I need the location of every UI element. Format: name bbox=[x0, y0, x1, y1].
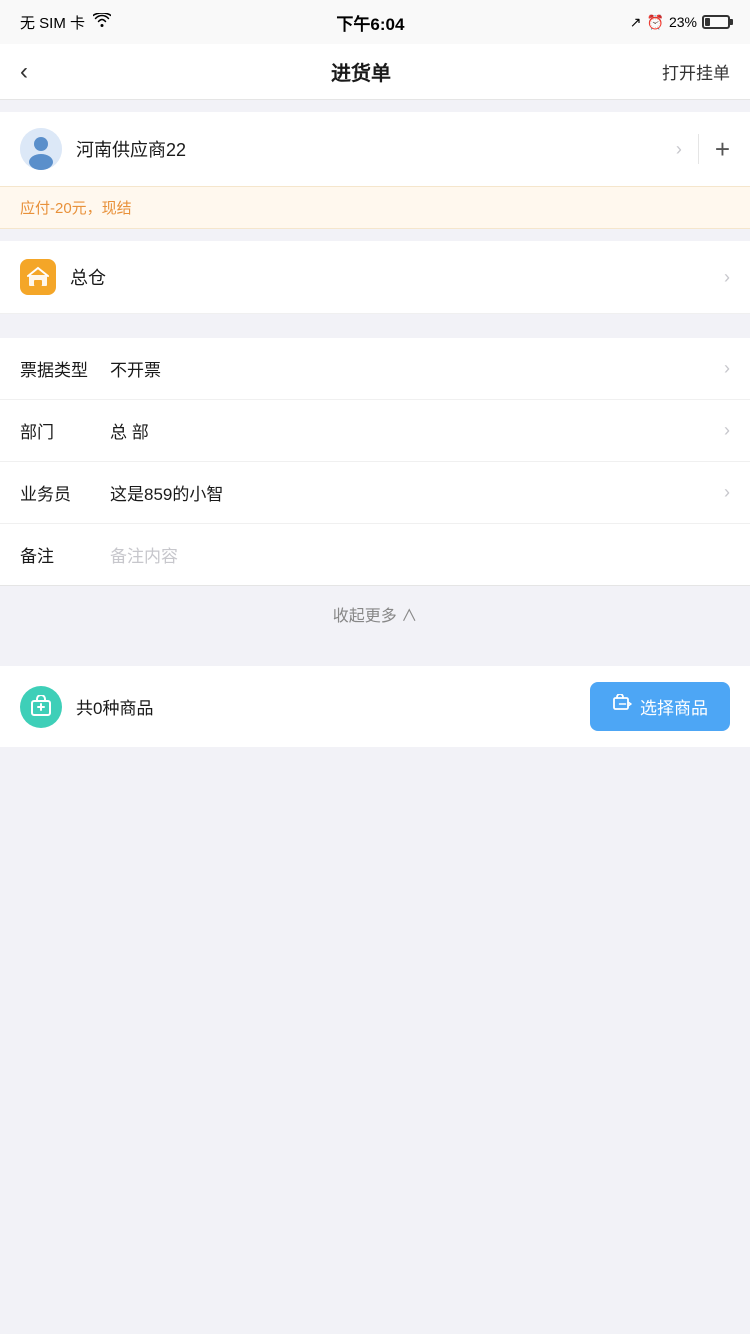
battery-icon bbox=[702, 15, 730, 29]
alarm-icon: ⏰ bbox=[647, 14, 664, 31]
person-icon bbox=[20, 128, 62, 170]
supplier-name: 河南供应商22 bbox=[76, 136, 676, 162]
bottom-background bbox=[0, 747, 750, 1047]
remark-label: 备注 bbox=[20, 542, 110, 567]
wifi-icon bbox=[93, 13, 111, 31]
invoice-type-row[interactable]: 票据类型 不开票 › bbox=[0, 338, 750, 400]
location-icon: ↗ bbox=[630, 14, 642, 31]
supplier-section: 河南供应商22 › + 应付-20元，现结 bbox=[0, 112, 750, 229]
warehouse-section: 总仓 › bbox=[0, 241, 750, 314]
invoice-type-value: 不开票 bbox=[110, 356, 724, 381]
department-label: 部门 bbox=[20, 418, 110, 443]
section-gap-2 bbox=[0, 229, 750, 241]
section-gap-4 bbox=[0, 642, 750, 654]
section-gap-1 bbox=[0, 100, 750, 112]
notice-text: 应付-20元，现结 bbox=[20, 200, 132, 217]
invoice-type-label: 票据类型 bbox=[20, 356, 110, 381]
remark-input[interactable]: 备注内容 bbox=[110, 542, 730, 567]
supplier-avatar bbox=[20, 128, 62, 170]
status-right: ↗ ⏰ 23% bbox=[630, 14, 730, 31]
back-button[interactable]: ‹ bbox=[20, 58, 60, 86]
remark-row[interactable]: 备注 备注内容 bbox=[0, 524, 750, 585]
salesperson-label: 业务员 bbox=[20, 480, 110, 505]
select-product-button[interactable]: 选择商品 bbox=[590, 682, 730, 731]
product-bar: 共0种商品 选择商品 bbox=[0, 666, 750, 747]
notice-bar: 应付-20元，现结 bbox=[0, 186, 750, 229]
supplier-chevron-icon: › bbox=[676, 139, 682, 160]
section-gap-3 bbox=[0, 314, 750, 326]
supplier-row[interactable]: 河南供应商22 › + bbox=[0, 112, 750, 186]
open-pending-button[interactable]: 打开挂单 bbox=[662, 59, 730, 84]
department-value: 总 部 bbox=[110, 418, 724, 443]
form-section: 票据类型 不开票 › 部门 总 部 › 业务员 这是859的小智 › 备注 备注… bbox=[0, 338, 750, 585]
warehouse-name: 总仓 bbox=[70, 264, 724, 290]
vertical-divider bbox=[698, 134, 699, 164]
salesperson-value: 这是859的小智 bbox=[110, 480, 724, 505]
warehouse-icon bbox=[20, 259, 56, 295]
warehouse-row[interactable]: 总仓 › bbox=[0, 241, 750, 314]
battery-percent: 23% bbox=[669, 14, 697, 30]
nav-bar: ‹ 进货单 打开挂单 bbox=[0, 44, 750, 100]
salesperson-chevron-icon: › bbox=[724, 482, 730, 503]
product-count-label: 共0种商品 bbox=[76, 694, 590, 719]
invoice-type-chevron-icon: › bbox=[724, 358, 730, 379]
department-row[interactable]: 部门 总 部 › bbox=[0, 400, 750, 462]
status-time: 下午6:04 bbox=[336, 10, 404, 35]
collapse-bar[interactable]: 收起更多 ∧ bbox=[0, 585, 750, 642]
warehouse-chevron-icon: › bbox=[724, 267, 730, 288]
department-chevron-icon: › bbox=[724, 420, 730, 441]
product-icon bbox=[20, 686, 62, 728]
page-title: 进货单 bbox=[331, 57, 391, 86]
add-button[interactable]: + bbox=[715, 136, 730, 162]
status-left: 无 SIM 卡 bbox=[20, 12, 111, 33]
select-btn-label: 选择商品 bbox=[640, 694, 708, 719]
collapse-label: 收起更多 ∧ bbox=[333, 608, 417, 625]
salesperson-row[interactable]: 业务员 这是859的小智 › bbox=[0, 462, 750, 524]
select-btn-icon bbox=[612, 694, 632, 719]
status-bar: 无 SIM 卡 下午6:04 ↗ ⏰ 23% bbox=[0, 0, 750, 44]
carrier-label: 无 SIM 卡 bbox=[20, 12, 85, 33]
